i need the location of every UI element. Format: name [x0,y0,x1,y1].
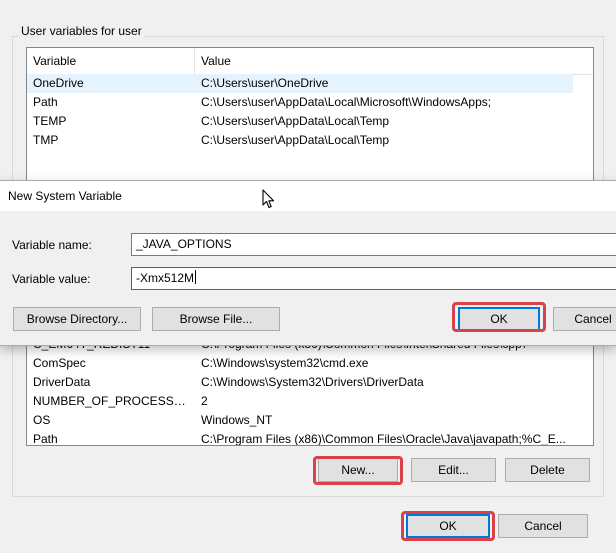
dialog-titlebar[interactable]: New System Variable [0,181,616,211]
footer-cancel-button[interactable]: Cancel [498,514,588,538]
browse-directory-button[interactable]: Browse Directory... [13,307,141,331]
value-cell: Windows_NT [201,413,273,427]
value-cell: C:\Windows\system32\cmd.exe [201,356,369,370]
table-row[interactable]: Path C:\Users\user\AppData\Local\Microso… [27,93,573,112]
table-row[interactable]: TMP C:\Users\user\AppData\Local\Temp [27,131,573,150]
variable-cell: Path [33,432,58,446]
footer-ok-button[interactable]: OK [406,514,490,538]
value-cell: C:\Users\user\OneDrive [201,76,329,90]
table-row[interactable]: TEMP C:\Users\user\AppData\Local\Temp [27,112,573,131]
value-cell: 2 [201,394,208,408]
new-system-variable-button[interactable]: New... [318,458,398,482]
column-header-value[interactable]: Value [195,48,575,74]
column-header-variable[interactable]: Variable [27,48,195,74]
table-row[interactable]: ComSpec C:\Windows\system32\cmd.exe [27,354,573,373]
variable-value-label: Variable value: [12,272,91,286]
variable-name-label: Variable name: [12,238,92,252]
user-variables-group-label: User variables for user [19,24,144,38]
dialog-ok-button[interactable]: OK [458,307,540,331]
value-cell: C:\Program Files (x86)\Common Files\Orac… [201,432,566,446]
value-cell: C:\Users\user\AppData\Local\Temp [201,114,390,128]
text-caret [195,270,197,284]
edit-system-variable-button[interactable]: Edit... [411,458,496,482]
table-row[interactable]: NUMBER_OF_PROCESSORS 2 [27,392,573,411]
variable-cell: OneDrive [33,76,84,90]
value-cell: C:\Users\user\AppData\Local\Microsoft\Wi… [201,95,492,109]
variable-cell: ComSpec [33,356,86,370]
variable-value-field[interactable]: -Xmx512M [131,267,616,290]
mouse-pointer-icon [262,189,275,209]
variable-cell: OS [33,413,51,427]
table-row[interactable]: OneDrive C:\Users\user\OneDrive [27,74,573,93]
variable-cell: Path [33,95,58,109]
variable-value-text: -Xmx512M [136,271,195,285]
user-variables-list-header: Variable Value [27,48,593,75]
variable-cell: TEMP [33,114,67,128]
variable-name-field[interactable]: _JAVA_OPTIONS [131,233,616,256]
variable-name-value: _JAVA_OPTIONS [136,237,232,251]
delete-system-variable-button[interactable]: Delete [505,458,590,482]
value-cell: C:\Users\user\AppData\Local\Temp [201,133,390,147]
table-row[interactable]: OS Windows_NT [27,411,573,430]
table-row[interactable]: DriverData C:\Windows\System32\Drivers\D… [27,373,573,392]
value-cell: C:\Windows\System32\Drivers\DriverData [201,375,424,389]
dialog-title: New System Variable [8,189,122,203]
variable-cell: NUMBER_OF_PROCESSORS [33,394,195,408]
dialog-cancel-button[interactable]: Cancel [553,307,616,331]
new-system-variable-dialog: New System Variable Variable name: _JAVA… [0,180,616,346]
variable-cell: TMP [33,133,59,147]
table-row[interactable]: Path C:\Program Files (x86)\Common Files… [27,430,573,446]
variable-cell: DriverData [33,375,91,389]
browse-file-button[interactable]: Browse File... [152,307,280,331]
user-variables-list[interactable]: Variable Value OneDrive C:\Users\user\On… [26,47,594,189]
